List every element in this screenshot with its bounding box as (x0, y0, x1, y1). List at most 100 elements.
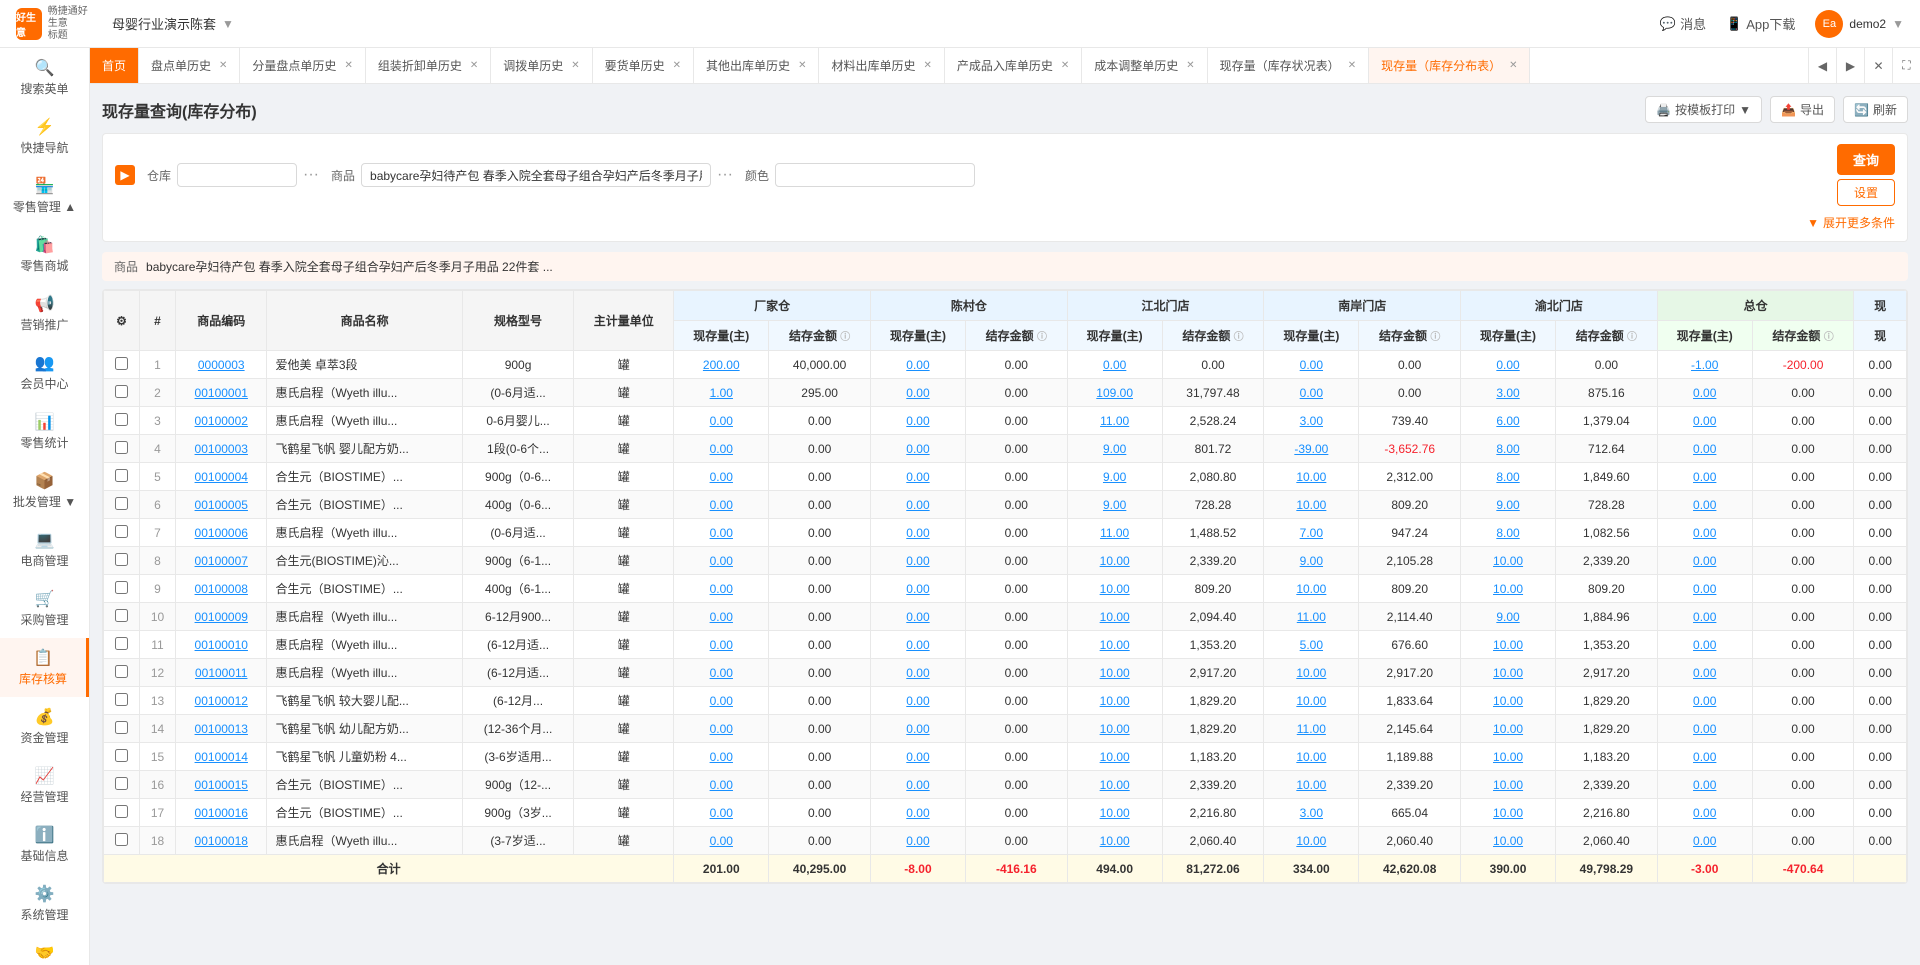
cell-yubeimen-stock[interactable]: 10.00 (1461, 547, 1556, 575)
cell-code[interactable]: 00100013 (176, 715, 267, 743)
row-checkbox[interactable] (115, 777, 128, 790)
warehouse-more-icon[interactable]: ··· (303, 166, 319, 184)
tab-cost-adjustment-history[interactable]: 成本调整单历史 ✕ (1082, 48, 1207, 84)
cell-total-stock[interactable]: 0.00 (1657, 827, 1752, 855)
cell-checkbox[interactable] (104, 491, 140, 519)
cell-total-stock[interactable]: 0.00 (1657, 435, 1752, 463)
cell-total-stock[interactable]: 0.00 (1657, 407, 1752, 435)
cell-total-stock[interactable]: 0.00 (1657, 547, 1752, 575)
cell-factory-stock[interactable]: 0.00 (674, 575, 769, 603)
expand-more-btn[interactable]: ▼ 展开更多条件 (1807, 214, 1895, 231)
cell-factory-stock[interactable]: 0.00 (674, 547, 769, 575)
tab-close-icon[interactable]: ✕ (798, 60, 806, 71)
th-settings[interactable]: ⚙ (104, 291, 140, 351)
tab-close-all-btn[interactable]: ✕ (1864, 48, 1892, 84)
cell-code[interactable]: 00100006 (176, 519, 267, 547)
cell-total-stock[interactable]: -1.00 (1657, 351, 1752, 379)
cell-nangang-stock[interactable]: 10.00 (1264, 463, 1359, 491)
cell-checkbox[interactable] (104, 463, 140, 491)
cell-checkbox[interactable] (104, 827, 140, 855)
cell-code[interactable]: 00100005 (176, 491, 267, 519)
cell-nangang-stock[interactable]: 11.00 (1264, 603, 1359, 631)
cell-chen-stock[interactable]: 0.00 (871, 659, 966, 687)
cell-factory-stock[interactable]: 0.00 (674, 715, 769, 743)
cell-code[interactable]: 00100009 (176, 603, 267, 631)
cell-factory-stock[interactable]: 0.00 (674, 407, 769, 435)
sidebar-item-basic-info[interactable]: ℹ️ 基础信息 (0, 815, 89, 874)
sidebar-item-retail-mgmt[interactable]: 🏪 零售管理 ▲ (0, 166, 89, 225)
sidebar-item-enterprise-collab[interactable]: 🤝 企业协同 (0, 933, 89, 965)
row-checkbox[interactable] (115, 637, 128, 650)
cell-jiangbei-stock[interactable]: 9.00 (1067, 435, 1162, 463)
filter-expand-toggle[interactable]: ▶ (115, 165, 135, 185)
cell-checkbox[interactable] (104, 519, 140, 547)
cell-checkbox[interactable] (104, 379, 140, 407)
cell-yubeimen-stock[interactable]: 10.00 (1461, 827, 1556, 855)
cell-chen-stock[interactable]: 0.00 (871, 435, 966, 463)
cell-code[interactable]: 00100016 (176, 799, 267, 827)
cell-factory-stock[interactable]: 0.00 (674, 631, 769, 659)
cell-nangang-stock[interactable]: 10.00 (1264, 659, 1359, 687)
cell-jiangbei-stock[interactable]: 10.00 (1067, 659, 1162, 687)
tab-assembly-history[interactable]: 组装折卸单历史 ✕ (366, 48, 491, 84)
cell-chen-stock[interactable]: 0.00 (871, 715, 966, 743)
cell-nangang-stock[interactable]: 10.00 (1264, 687, 1359, 715)
cell-nangang-stock[interactable]: 10.00 (1264, 743, 1359, 771)
cell-nangang-stock[interactable]: 11.00 (1264, 715, 1359, 743)
cell-factory-stock[interactable]: 0.00 (674, 743, 769, 771)
row-checkbox[interactable] (115, 469, 128, 482)
sidebar-item-finance[interactable]: 💰 资金管理 (0, 697, 89, 756)
cell-yubeimen-stock[interactable]: 6.00 (1461, 407, 1556, 435)
cell-yubeimen-stock[interactable]: 8.00 (1461, 463, 1556, 491)
cell-yubeimen-stock[interactable]: 10.00 (1461, 631, 1556, 659)
tab-close-icon[interactable]: ✕ (219, 60, 227, 71)
color-input[interactable] (775, 163, 975, 187)
cell-code[interactable]: 00100014 (176, 743, 267, 771)
sidebar-item-retail-mall[interactable]: 🛍️ 零售商城 (0, 225, 89, 284)
setting-btn[interactable]: 设置 (1837, 179, 1895, 206)
cell-jiangbei-stock[interactable]: 10.00 (1067, 715, 1162, 743)
cell-factory-stock[interactable]: 0.00 (674, 771, 769, 799)
cell-chen-stock[interactable]: 0.00 (871, 463, 966, 491)
cell-code[interactable]: 00100002 (176, 407, 267, 435)
tab-home[interactable]: 首页 (90, 48, 139, 84)
query-btn[interactable]: 查询 (1837, 144, 1895, 175)
cell-code[interactable]: 00100018 (176, 827, 267, 855)
cell-code[interactable]: 00100012 (176, 687, 267, 715)
cell-code[interactable]: 00100008 (176, 575, 267, 603)
sidebar-item-inventory[interactable]: 📋 库存核算 (0, 638, 89, 697)
cell-chen-stock[interactable]: 0.00 (871, 407, 966, 435)
cell-nangang-stock[interactable]: -39.00 (1264, 435, 1359, 463)
row-checkbox[interactable] (115, 525, 128, 538)
cell-jiangbei-stock[interactable]: 0.00 (1067, 351, 1162, 379)
cell-yubeimen-stock[interactable]: 10.00 (1461, 575, 1556, 603)
row-checkbox[interactable] (115, 357, 128, 370)
app-download-btn[interactable]: 📱 App下载 (1726, 14, 1795, 33)
product-more-icon[interactable]: ··· (717, 166, 733, 184)
cell-checkbox[interactable] (104, 631, 140, 659)
cell-total-stock[interactable]: 0.00 (1657, 463, 1752, 491)
row-checkbox[interactable] (115, 553, 128, 566)
cell-chen-stock[interactable]: 0.00 (871, 631, 966, 659)
cell-total-stock[interactable]: 0.00 (1657, 715, 1752, 743)
tab-part-inventory-history[interactable]: 分量盘点单历史 ✕ (240, 48, 365, 84)
cell-checkbox[interactable] (104, 603, 140, 631)
cell-jiangbei-stock[interactable]: 9.00 (1067, 491, 1162, 519)
cell-factory-stock[interactable]: 200.00 (674, 351, 769, 379)
sidebar-item-marketing[interactable]: 📢 营销推广 (0, 284, 89, 343)
cell-code[interactable]: 00100011 (176, 659, 267, 687)
cell-chen-stock[interactable]: 0.00 (871, 687, 966, 715)
cell-checkbox[interactable] (104, 715, 140, 743)
cell-checkbox[interactable] (104, 547, 140, 575)
cell-total-stock[interactable]: 0.00 (1657, 687, 1752, 715)
cell-yubeimen-stock[interactable]: 10.00 (1461, 743, 1556, 771)
tab-next-btn[interactable]: ▶ (1836, 48, 1864, 84)
cell-total-stock[interactable]: 0.00 (1657, 491, 1752, 519)
cell-jiangbei-stock[interactable]: 10.00 (1067, 631, 1162, 659)
cell-jiangbei-stock[interactable]: 11.00 (1067, 407, 1162, 435)
row-checkbox[interactable] (115, 385, 128, 398)
cell-code[interactable]: 0000003 (176, 351, 267, 379)
cell-yubeimen-stock[interactable]: 10.00 (1461, 715, 1556, 743)
cell-factory-stock[interactable]: 0.00 (674, 659, 769, 687)
sidebar-item-ecommerce[interactable]: 💻 电商管理 (0, 520, 89, 579)
